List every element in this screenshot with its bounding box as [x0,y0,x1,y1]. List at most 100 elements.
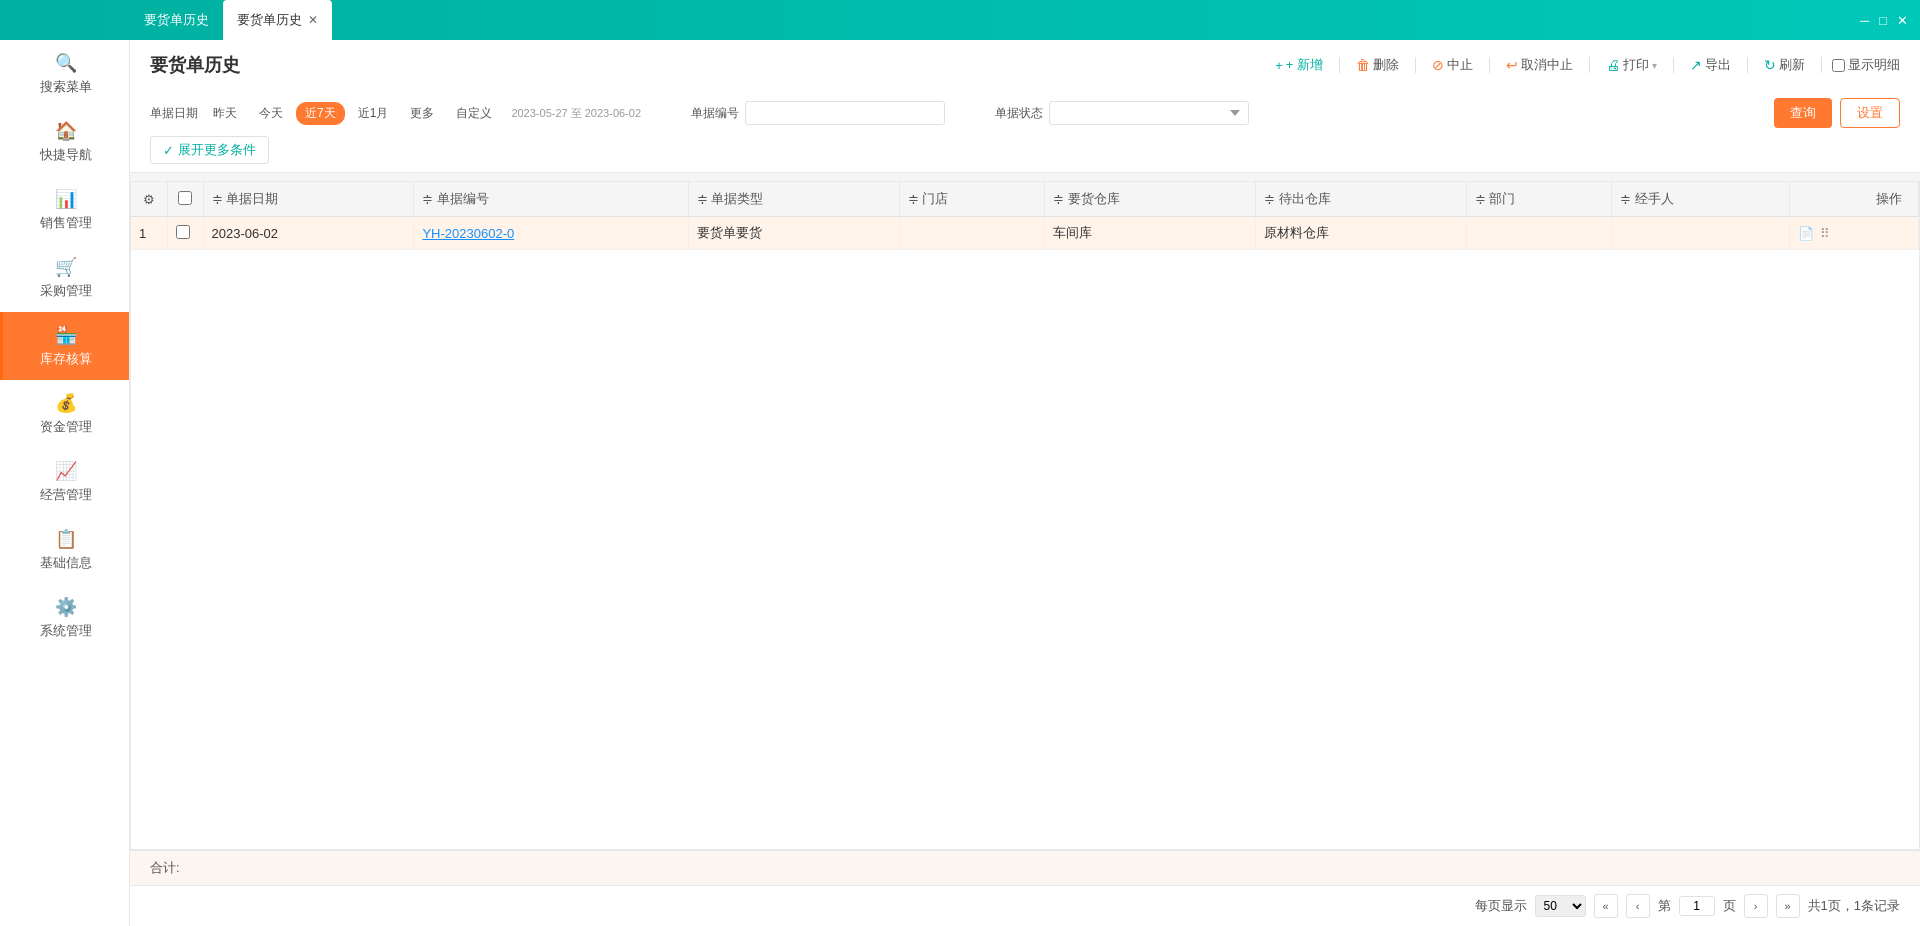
display-detail-checkbox[interactable] [1832,59,1845,72]
th-handler-label: ≑ 经手人 [1620,191,1674,206]
th-settings[interactable]: ⚙ [131,182,167,217]
tab-bill-history[interactable]: 要货单历史 ✕ [223,0,332,40]
th-department-label: ≑ 部门 [1475,191,1516,206]
sidebar-item-sales[interactable]: 📊 销售管理 [0,176,129,244]
row-checkbox[interactable] [176,225,190,239]
bill-no-filter-label: 单据编号 [691,105,739,122]
tab-close-icon[interactable]: ✕ [308,13,318,27]
next-page-button[interactable]: › [1744,894,1768,918]
divider2 [1415,57,1416,73]
date-btn-7days[interactable]: 近7天 [296,102,345,125]
select-all-checkbox[interactable] [178,191,192,205]
sidebar-item-quick-nav[interactable]: 🏠 快捷导航 [0,108,129,176]
status-select[interactable] [1049,101,1249,125]
quick-nav-icon: 🏠 [55,120,77,142]
sidebar-item-inventory[interactable]: 🏪 库存核算 [0,312,129,380]
expand-more-btn[interactable]: ✓ 展开更多条件 [150,136,269,164]
maximize-icon[interactable]: □ [1879,13,1887,28]
display-detail-button[interactable]: 显示明细 [1832,56,1900,74]
top-bar: 要货单历史 要货单历史 ✕ ─ □ ✕ [0,0,1920,40]
print-button[interactable]: 🖨 打印 ▾ [1600,52,1663,78]
date-quick-btns: 昨天 今天 近7天 近1月 更多 自定义 [204,102,501,125]
td-bill-type: 要货单要货 [688,217,899,250]
view-icon[interactable]: 📄 [1798,226,1814,241]
page-number-input[interactable] [1679,896,1715,916]
inventory-icon: 🏪 [55,324,77,346]
prev-page-button[interactable]: ‹ [1626,894,1650,918]
chevron-down-icon: ✓ [163,143,174,158]
sidebar-item-purchase[interactable]: 🛒 采购管理 [0,244,129,312]
more-icon[interactable]: ⠿ [1820,226,1830,241]
sidebar-item-system[interactable]: ⚙️ 系统管理 [0,584,129,652]
new-icon: + [1275,58,1283,73]
bill-no-input[interactable] [745,101,945,125]
date-btn-more[interactable]: 更多 [401,102,443,125]
first-page-button[interactable]: « [1594,894,1618,918]
th-bill-type: ≑ 单据类型 [688,182,899,217]
date-btn-yesterday[interactable]: 昨天 [204,102,246,125]
basic-info-icon: 📋 [55,528,77,550]
sidebar-item-search-menu-label: 搜索菜单 [40,78,92,96]
sidebar-item-basic-info-label: 基础信息 [40,554,92,572]
delete-button[interactable]: 🗑 删除 [1350,52,1405,78]
window-close-icon[interactable]: ✕ [1897,13,1908,28]
page-title: 要货单历史 [150,53,240,77]
th-bill-type-label: ≑ 单据类型 [697,191,764,206]
export-button[interactable]: ↗ 导出 [1684,52,1737,78]
sidebar-item-system-label: 系统管理 [40,622,92,640]
date-btn-1month[interactable]: 近1月 [349,102,398,125]
date-btn-custom[interactable]: 自定义 [447,102,501,125]
th-handler: ≑ 经手人 [1612,182,1790,217]
th-out-warehouse: ≑ 待出仓库 [1255,182,1466,217]
sidebar-item-operation[interactable]: 📈 经营管理 [0,448,129,516]
td-store [899,217,1044,250]
per-page-select[interactable]: 20 50 100 200 [1535,895,1586,917]
td-bill-no[interactable]: YH-20230602-0 [414,217,688,250]
stop-label: 中止 [1447,56,1473,74]
query-button[interactable]: 查询 [1774,98,1832,128]
footer-total: 合计: [130,850,1920,885]
total-pages-info: 共1页，1条记录 [1808,897,1900,915]
operation-icon: 📈 [55,460,77,482]
export-label: 导出 [1705,56,1731,74]
search-menu-icon: 🔍 [55,52,77,74]
stop-button[interactable]: ⊘ 中止 [1426,52,1479,78]
sidebar-item-basic-info[interactable]: 📋 基础信息 [0,516,129,584]
filter-row-expand: ✓ 展开更多条件 [150,136,1900,164]
th-date: ≑ 单据日期 [203,182,414,217]
refresh-button[interactable]: ↻ 刷新 [1758,52,1811,78]
page-prefix-label: 第 [1658,897,1671,915]
divider6 [1747,57,1748,73]
th-bill-no: ≑ 单据编号 [414,182,688,217]
sidebar: 🔍 搜索菜单 🏠 快捷导航 📊 销售管理 🛒 采购管理 🏪 库存核算 💰 资金管… [0,40,130,926]
new-button[interactable]: + + 新增 [1269,52,1329,78]
cancel-stop-button[interactable]: ↩ 取消中止 [1500,52,1579,78]
divider7 [1821,57,1822,73]
table-row: 1 2023-06-02 YH-20230602-0 要货单要货 车间库 原材料… [131,217,1919,250]
sidebar-item-finance[interactable]: 💰 资金管理 [0,380,129,448]
td-handler [1612,217,1790,250]
last-page-button[interactable]: » [1776,894,1800,918]
th-checkbox[interactable] [167,182,203,217]
td-date: 2023-06-02 [203,217,414,250]
refresh-icon: ↻ [1764,57,1776,73]
date-btn-today[interactable]: 今天 [250,102,292,125]
divider1 [1339,57,1340,73]
td-checkbox[interactable] [167,217,203,250]
setting-button[interactable]: 设置 [1840,98,1900,128]
export-icon: ↗ [1690,57,1702,73]
system-icon: ⚙️ [55,596,77,618]
minimize-icon[interactable]: ─ [1860,13,1869,28]
tab-home-label: 要货单历史 [144,11,209,29]
td-req-warehouse: 车间库 [1045,217,1256,250]
td-index: 1 [131,217,167,250]
page-suffix-label: 页 [1723,897,1736,915]
td-department [1466,217,1611,250]
sidebar-item-inventory-label: 库存核算 [40,350,92,368]
sales-icon: 📊 [55,188,77,210]
tab-home[interactable]: 要货单历史 [130,0,223,40]
th-action: 操作 [1790,182,1919,217]
divider5 [1673,57,1674,73]
sidebar-item-search-menu[interactable]: 🔍 搜索菜单 [0,40,129,108]
finance-icon: 💰 [55,392,77,414]
